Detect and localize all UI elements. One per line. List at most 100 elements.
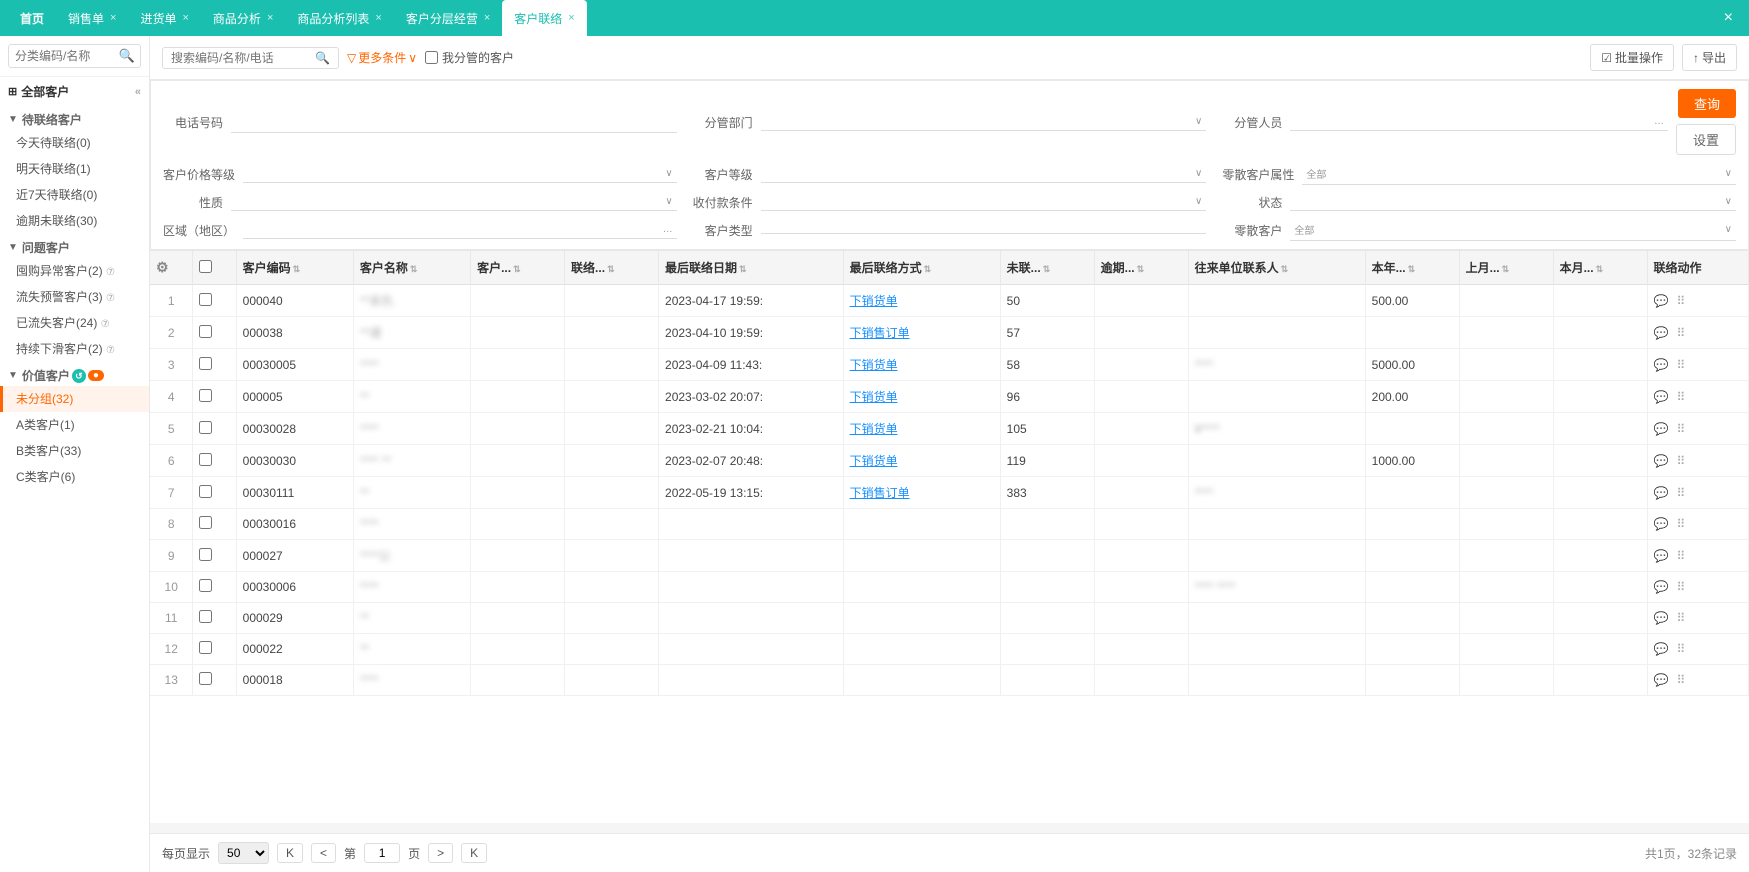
- row-checkbox[interactable]: [199, 485, 212, 498]
- row-checkbox[interactable]: [199, 641, 212, 654]
- sidebar-item-declining[interactable]: 持续下滑客户(2) ⑦: [0, 336, 149, 362]
- batch-op-button[interactable]: ☑ 批量操作: [1590, 44, 1674, 71]
- sidebar-item-today-pending[interactable]: 今天待联络(0): [0, 130, 149, 156]
- chat-icon[interactable]: 💬: [1654, 611, 1669, 625]
- more-conditions-button[interactable]: ▽ 更多条件 ∨: [347, 49, 417, 66]
- last-type-link[interactable]: 下销售订单: [850, 486, 910, 500]
- row-checkbox[interactable]: [199, 357, 212, 370]
- sidebar-item-ungroup[interactable]: 未分组(32): [0, 386, 149, 412]
- more-icon[interactable]: ⠿: [1677, 454, 1686, 468]
- gender-select[interactable]: ∨: [231, 193, 677, 211]
- all-customers-header[interactable]: ⊞ 全部客户 «: [0, 76, 149, 106]
- row-checkbox[interactable]: [199, 453, 212, 466]
- last-page-button[interactable]: K: [461, 843, 487, 863]
- sidebar-item-abnormal[interactable]: 囤购异常客户(2) ⑦: [0, 258, 149, 284]
- customer-type-select[interactable]: [761, 227, 1207, 234]
- reset-button[interactable]: 设置: [1676, 124, 1736, 155]
- region-select[interactable]: …: [243, 221, 677, 239]
- tab-customer-contact[interactable]: 客户联络 ×: [502, 0, 586, 36]
- more-icon[interactable]: ⠿: [1677, 422, 1686, 436]
- more-icon[interactable]: ⠿: [1677, 390, 1686, 404]
- sidebar-item-7day-pending[interactable]: 近7天待联络(0): [0, 182, 149, 208]
- close-icon[interactable]: ×: [375, 12, 381, 24]
- horizontal-scrollbar[interactable]: [150, 823, 1749, 833]
- last-type-link[interactable]: 下销货单: [850, 390, 898, 404]
- row-checkbox[interactable]: [199, 516, 212, 529]
- more-icon[interactable]: ⠿: [1677, 517, 1686, 531]
- prev-page-button[interactable]: <: [311, 843, 336, 863]
- tab-analysis[interactable]: 商品分析 ×: [201, 0, 285, 36]
- sidebar-item-lost[interactable]: 已流失客户(24) ⑦: [0, 310, 149, 336]
- group-problem-customers[interactable]: ▼ 问题客户: [0, 234, 149, 258]
- page-input[interactable]: [364, 843, 400, 863]
- last-type-link[interactable]: 下销货单: [850, 454, 898, 468]
- row-checkbox[interactable]: [199, 293, 212, 306]
- row-checkbox[interactable]: [199, 325, 212, 338]
- chat-icon[interactable]: 💬: [1654, 486, 1669, 500]
- query-button[interactable]: 查询: [1678, 89, 1736, 118]
- sidebar-item-warning[interactable]: 流失预警客户(3) ⑦: [0, 284, 149, 310]
- last-type-link[interactable]: 下销货单: [850, 358, 898, 372]
- sidebar-item-c-class[interactable]: C类客户(6): [0, 464, 149, 490]
- row-checkbox[interactable]: [199, 672, 212, 685]
- tab-purchase[interactable]: 进货单 ×: [128, 0, 200, 36]
- close-all-button[interactable]: ×: [1716, 9, 1741, 27]
- last-type-link[interactable]: 下销售订单: [850, 326, 910, 340]
- payment-select[interactable]: ∨: [761, 193, 1207, 211]
- more-icon[interactable]: ⠿: [1677, 294, 1686, 308]
- select-all-checkbox[interactable]: [199, 260, 212, 273]
- close-icon[interactable]: ×: [110, 12, 116, 24]
- chat-icon[interactable]: 💬: [1654, 517, 1669, 531]
- last-type-link[interactable]: 下销货单: [850, 422, 898, 436]
- refresh-badge[interactable]: ↺: [72, 369, 86, 383]
- sidebar-item-overdue-contact[interactable]: 逾期未联络(30): [0, 208, 149, 234]
- row-checkbox[interactable]: [199, 389, 212, 402]
- close-icon[interactable]: ×: [182, 12, 188, 24]
- customer-level-select[interactable]: ∨: [761, 165, 1207, 183]
- row-checkbox[interactable]: [199, 610, 212, 623]
- price-level-select[interactable]: ∨: [243, 165, 677, 183]
- more-icon[interactable]: ⠿: [1677, 486, 1686, 500]
- first-page-button[interactable]: K: [277, 843, 303, 863]
- retail-attr-select[interactable]: 全部 ∨: [1302, 163, 1736, 185]
- my-customers-checkbox[interactable]: [425, 51, 438, 64]
- tab-analysis-list[interactable]: 商品分析列表 ×: [285, 0, 393, 36]
- sidebar-item-a-class[interactable]: A类客户(1): [0, 412, 149, 438]
- last-type-link[interactable]: 下销货单: [850, 294, 898, 308]
- my-customers-filter[interactable]: 我分管的客户: [425, 49, 514, 66]
- export-button[interactable]: ↑ 导出: [1682, 44, 1737, 71]
- tab-sales[interactable]: 销售单 ×: [56, 0, 128, 36]
- sidebar-item-tomorrow-pending[interactable]: 明天待联络(1): [0, 156, 149, 182]
- group-pending-contact[interactable]: ▼ 待联络客户: [0, 106, 149, 130]
- row-checkbox[interactable]: [199, 548, 212, 561]
- close-icon[interactable]: ×: [484, 12, 490, 24]
- dept-select[interactable]: ∨: [761, 113, 1207, 131]
- status-select[interactable]: ∨: [1290, 193, 1736, 211]
- chat-icon[interactable]: 💬: [1654, 642, 1669, 656]
- more-icon[interactable]: ⠿: [1677, 358, 1686, 372]
- more-icon[interactable]: ⠿: [1677, 326, 1686, 340]
- chat-icon[interactable]: 💬: [1654, 454, 1669, 468]
- tab-home[interactable]: 首页: [8, 0, 56, 36]
- chat-icon[interactable]: 💬: [1654, 673, 1669, 687]
- more-icon[interactable]: ⠿: [1677, 580, 1686, 594]
- phone-input[interactable]: [231, 112, 677, 133]
- more-icon[interactable]: ⠿: [1677, 642, 1686, 656]
- close-icon[interactable]: ×: [568, 12, 574, 24]
- row-checkbox[interactable]: [199, 579, 212, 592]
- chat-icon[interactable]: 💬: [1654, 580, 1669, 594]
- search-input[interactable]: [171, 51, 311, 65]
- more-icon[interactable]: ⠿: [1677, 549, 1686, 563]
- group-value-customers[interactable]: ▼ 价值客户 ↺ ●: [0, 362, 149, 386]
- settings-icon[interactable]: ⚙: [156, 259, 169, 275]
- sidebar-item-b-class[interactable]: B类客户(33): [0, 438, 149, 464]
- chat-icon[interactable]: 💬: [1654, 549, 1669, 563]
- more-icon[interactable]: ⠿: [1677, 611, 1686, 625]
- row-checkbox[interactable]: [199, 421, 212, 434]
- chat-icon[interactable]: 💬: [1654, 422, 1669, 436]
- chat-icon[interactable]: 💬: [1654, 326, 1669, 340]
- next-page-button[interactable]: >: [428, 843, 453, 863]
- staff-select[interactable]: …: [1290, 113, 1668, 131]
- retail-customer-select[interactable]: 全部 ∨: [1290, 219, 1736, 241]
- chat-icon[interactable]: 💬: [1654, 390, 1669, 404]
